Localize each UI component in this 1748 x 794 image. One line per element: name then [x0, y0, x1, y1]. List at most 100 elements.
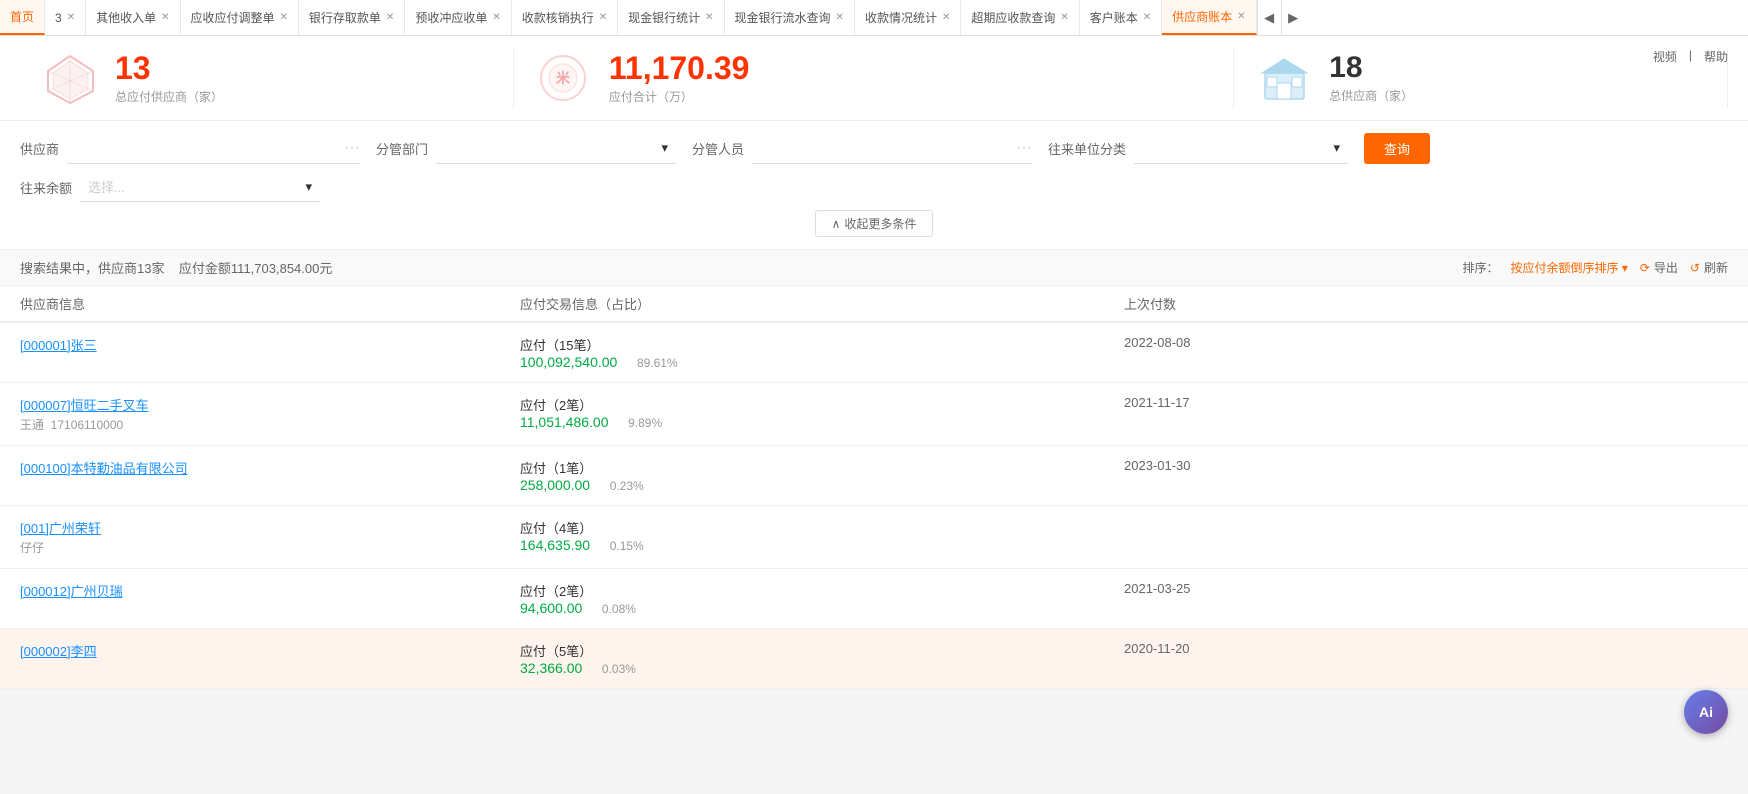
- refresh-button[interactable]: ↺ 刷新: [1690, 259, 1728, 276]
- nav-tab-overdue[interactable]: 超期应收款查询 ✕: [961, 0, 1079, 35]
- nav-tab-other-income-close[interactable]: ✕: [161, 12, 169, 23]
- stat-total-suppliers-content: 18 总供应商（家）: [1329, 53, 1413, 104]
- stat-payable-suppliers-content: 13 总应付供应商（家）: [115, 52, 223, 105]
- grain-icon: 米: [534, 48, 594, 108]
- payable-pct-5: 0.08%: [602, 602, 636, 616]
- query-button[interactable]: 查询: [1364, 133, 1430, 164]
- result-prefix: 搜索结果中，供应商13家: [20, 261, 164, 276]
- nav-tab-3-close[interactable]: ✕: [67, 12, 75, 23]
- help-link[interactable]: 帮助: [1704, 48, 1728, 65]
- table-header: 供应商信息 应付交易信息（占比） 上次付数: [0, 286, 1748, 323]
- last-pay-6: 2020-11-20: [1124, 641, 1728, 656]
- nav-tab-supplier-close[interactable]: ✕: [1237, 11, 1245, 22]
- collapse-button[interactable]: ∧ 收起更多条件: [815, 210, 934, 237]
- payable-amount-value-4: 164,635.90: [520, 537, 590, 553]
- nav-tab-prepay-label: 预收冲应收单: [415, 9, 487, 26]
- payable-amount-value-2: 11,051,486.00: [520, 414, 609, 430]
- supplier-link-3[interactable]: [000100]本特勤油品有限公司: [20, 458, 520, 477]
- nav-tab-3[interactable]: 3 ✕: [45, 0, 86, 35]
- category-select[interactable]: ▾: [1134, 134, 1348, 164]
- stat-total-suppliers-value: 18: [1329, 53, 1413, 83]
- nav-tab-adjust-close[interactable]: ✕: [280, 12, 288, 23]
- nav-tab-supplier[interactable]: 供应商账本 ✕: [1162, 0, 1256, 35]
- filter-dept-label: 分管部门: [376, 139, 428, 158]
- export-button[interactable]: ⟳ 导出: [1640, 259, 1678, 276]
- filter-supplier: 供应商 ···: [20, 133, 360, 164]
- nav-tab-customer-close[interactable]: ✕: [1143, 12, 1151, 23]
- payable-pct-3: 0.23%: [610, 479, 644, 493]
- nav-prev-arrow[interactable]: ◀: [1257, 0, 1281, 35]
- nav-tab-cash-flow-close[interactable]: ✕: [836, 12, 844, 23]
- nav-tab-bank[interactable]: 银行存取款单 ✕: [299, 0, 405, 35]
- sort-chevron-icon: ▾: [1622, 261, 1628, 275]
- nav-tab-cash-flow[interactable]: 现金银行流水查询 ✕: [725, 0, 855, 35]
- nav-tab-other-income[interactable]: 其他收入单 ✕: [86, 0, 180, 35]
- stat-payable-suppliers-label: 总应付供应商（家）: [115, 88, 223, 105]
- table-row: [000012]广州贝瑞 应付（2笔） 94,600.00 0.08% 2021…: [0, 569, 1748, 629]
- stat-payable-amount-content: 11,170.39 应付合计（万）: [609, 52, 750, 105]
- table-row: [000100]本特勤油品有限公司 应付（1笔） 258,000.00 0.23…: [0, 446, 1748, 506]
- result-bar: 搜索结果中，供应商13家 应付金额111,703,854.00元 排序： 按应付…: [0, 250, 1748, 286]
- sort-value[interactable]: 按应付余额倒序排序 ▾: [1510, 259, 1627, 276]
- nav-tab-bank-close[interactable]: ✕: [386, 12, 394, 23]
- data-table: 供应商信息 应付交易信息（占比） 上次付数 [000001]张三 应付（15笔）…: [0, 286, 1748, 689]
- sort-label: 排序：: [1462, 259, 1498, 276]
- supplier-dots-icon[interactable]: ···: [344, 139, 360, 157]
- nav-tab-receipt-stat[interactable]: 收款情况统计 ✕: [855, 0, 961, 35]
- supplier-link-6[interactable]: [000002]李四: [20, 641, 520, 660]
- balance-placeholder: 选择...: [88, 177, 125, 196]
- nav-tab-collection-close[interactable]: ✕: [599, 12, 607, 23]
- nav-tab-customer-label: 客户账本: [1090, 9, 1138, 26]
- supplier-sub-2: 王通 17106110000: [20, 416, 520, 433]
- supplier-link-4[interactable]: [001]广州荣轩: [20, 518, 520, 537]
- nav-tab-prepay-close[interactable]: ✕: [492, 12, 500, 23]
- payable-pct-2: 9.89%: [628, 416, 662, 430]
- balance-select[interactable]: 选择... ▾: [80, 172, 320, 202]
- payable-info-4: 应付（4笔） 164,635.90 0.15%: [520, 518, 1124, 553]
- supplier-link-1[interactable]: [000001]张三: [20, 335, 520, 354]
- dept-chevron-icon: ▾: [661, 140, 668, 156]
- nav-tab-cash-stat-close[interactable]: ✕: [705, 12, 713, 23]
- payable-amount-row-5: 94,600.00 0.08%: [520, 600, 1124, 616]
- table-row: [000002]李四 应付（5笔） 32,366.00 0.03% 2020-1…: [0, 629, 1748, 689]
- payable-amount-row-4: 164,635.90 0.15%: [520, 537, 1124, 553]
- category-chevron-icon: ▾: [1333, 140, 1340, 156]
- video-link[interactable]: 视频: [1653, 48, 1677, 65]
- supplier-input[interactable]: [67, 133, 340, 163]
- stat-payable-suppliers-value: 13: [115, 52, 223, 84]
- nav-tab-adjust[interactable]: 应收应付调整单 ✕: [181, 0, 299, 35]
- result-info: 搜索结果中，供应商13家 应付金额111,703,854.00元: [20, 258, 332, 277]
- table-body: [000001]张三 应付（15笔） 100,092,540.00 89.61%…: [0, 323, 1748, 689]
- payable-amount-row-1: 100,092,540.00 89.61%: [520, 354, 1124, 370]
- payable-info-1: 应付（15笔） 100,092,540.00 89.61%: [520, 335, 1124, 370]
- table-row: [000007]恒旺二手叉车 王通 17106110000 应付（2笔） 11,…: [0, 383, 1748, 446]
- nav-tab-cash-stat-label: 现金银行统计: [628, 9, 700, 26]
- supplier-link-2[interactable]: [000007]恒旺二手叉车: [20, 395, 520, 414]
- supplier-link-5[interactable]: [000012]广州贝瑞: [20, 581, 520, 600]
- dept-select[interactable]: ▾: [436, 134, 676, 164]
- payable-info-6: 应付（5笔） 32,366.00 0.03%: [520, 641, 1124, 676]
- filter-balance-label: 往来余额: [20, 178, 72, 197]
- person-input[interactable]: [752, 133, 1012, 163]
- ai-button[interactable]: Ai: [1684, 690, 1728, 734]
- payable-pct-4: 0.15%: [610, 539, 644, 553]
- nav-tab-overdue-close[interactable]: ✕: [1060, 12, 1068, 23]
- person-dots-icon[interactable]: ···: [1016, 139, 1032, 157]
- nav-tab-customer[interactable]: 客户账本 ✕: [1080, 0, 1162, 35]
- nav-tab-receipt-stat-close[interactable]: ✕: [942, 12, 950, 23]
- nav-tab-cash-stat[interactable]: 现金银行统计 ✕: [618, 0, 724, 35]
- nav-next-arrow[interactable]: ▶: [1281, 0, 1305, 35]
- nav-tab-collection-label: 收款核销执行: [522, 9, 594, 26]
- payable-amount-value-1: 100,092,540.00: [520, 354, 617, 370]
- store-icon: [1254, 48, 1314, 108]
- header-links: 视频 | 帮助: [1653, 48, 1728, 65]
- table-row: [001]广州荣轩 仔仔 应付（4笔） 164,635.90 0.15%: [0, 506, 1748, 569]
- export-icon: ⟳: [1640, 261, 1650, 275]
- stat-payable-suppliers: 13 总应付供应商（家）: [20, 48, 514, 108]
- filter-row-2: 往来余额 选择... ▾: [20, 172, 1728, 202]
- nav-tab-home[interactable]: 首页: [0, 0, 45, 35]
- payable-label-5: 应付（2笔）: [520, 581, 1124, 600]
- payable-info-5: 应付（2笔） 94,600.00 0.08%: [520, 581, 1124, 616]
- nav-tab-collection[interactable]: 收款核销执行 ✕: [512, 0, 618, 35]
- nav-tab-prepay[interactable]: 预收冲应收单 ✕: [405, 0, 511, 35]
